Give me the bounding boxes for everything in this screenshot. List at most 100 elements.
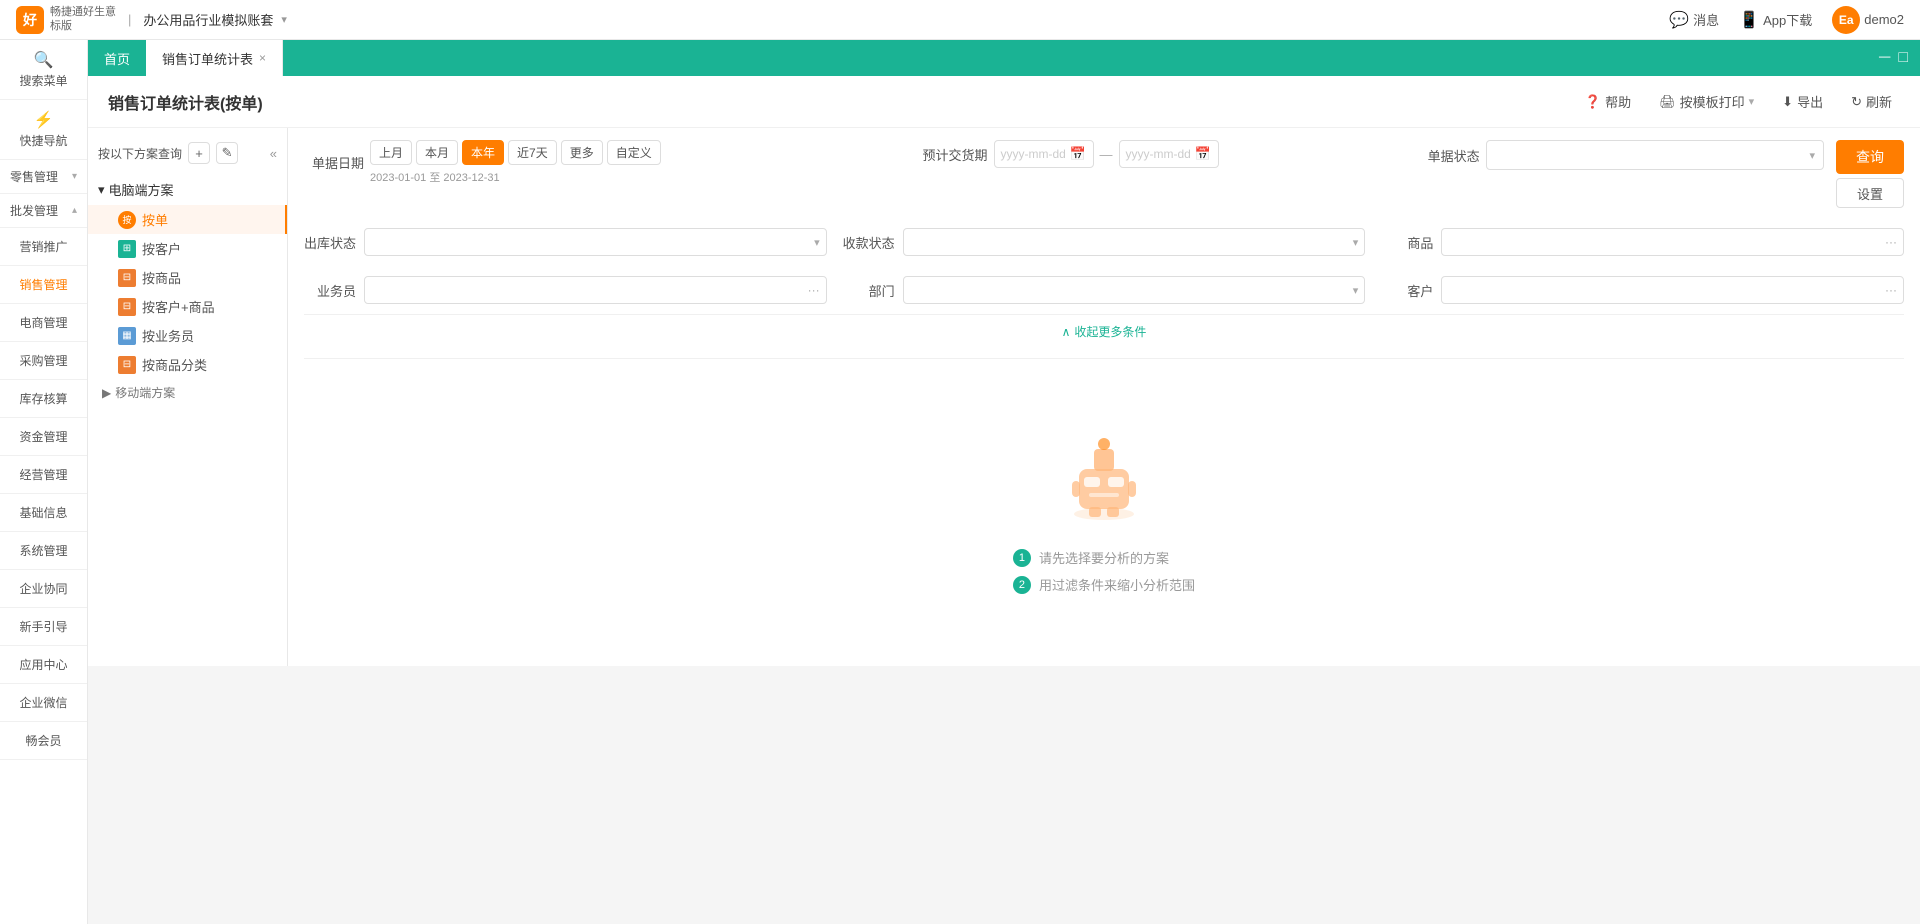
sidebar-item-quicknav[interactable]: ⚡ 快捷导航 [0, 100, 87, 160]
sidebar-item-operations[interactable]: 经营管理 [0, 456, 87, 494]
sidebar-item-newbie[interactable]: 新手引导 [0, 608, 87, 646]
tree-node-按单[interactable]: 按 按单 [88, 205, 287, 234]
help-icon: ❓ [1585, 94, 1601, 110]
empty-illustration [1054, 429, 1154, 532]
right-panel: 单据日期 上月 本月 本年 近7天 更多 自定义 [288, 128, 1920, 666]
node-icon-按商品: ⊟ [118, 269, 136, 287]
empty-num-1: 1 [1013, 549, 1031, 567]
content-area: 首页 销售订单统计表 × ─ □ 销售订单统计表(按单) ❓ [88, 40, 1920, 924]
date-label: 单据日期 [304, 153, 364, 172]
expected-delivery-end-input[interactable]: yyyy-mm-dd 📅 [1119, 140, 1219, 168]
search-icon: 🔍 [34, 50, 54, 70]
sidebar-item-purchase[interactable]: 采购管理 [0, 342, 87, 380]
payment-status-arrow-icon: ▾ [1353, 236, 1359, 249]
tree-header-pc[interactable]: ▾ 电脑端方案 [88, 174, 287, 205]
sidebar-item-basic[interactable]: 基础信息 [0, 494, 87, 532]
payment-status-select[interactable]: ▾ [903, 228, 1366, 256]
sidebar-item-marketing[interactable]: 营销推广 [0, 228, 87, 266]
tree-node-按客户商品[interactable]: ⊟ 按客户+商品 [88, 292, 287, 321]
shipment-status-select[interactable]: ▾ [364, 228, 827, 256]
sidebar-item-enterprise[interactable]: 企业协同 [0, 570, 87, 608]
app-download-action[interactable]: 📱 App下载 [1739, 10, 1812, 30]
top-bar-dropdown-icon[interactable]: ▾ [281, 13, 287, 26]
date-btn-7days[interactable]: 近7天 [508, 140, 557, 165]
refresh-icon: ↻ [1851, 94, 1862, 110]
sidebar-item-system[interactable]: 系统管理 [0, 532, 87, 570]
tree-node-按商品[interactable]: ⊟ 按商品 [88, 263, 287, 292]
tree-node-按客户[interactable]: ⊞ 按客户 [88, 234, 287, 263]
department-arrow-icon: ▾ [1353, 284, 1359, 297]
tab-maximize-icon[interactable]: □ [1898, 49, 1908, 67]
sidebar-item-inventory[interactable]: 库存核算 [0, 380, 87, 418]
logo-area: 好 畅捷通好生意 标版 [16, 6, 116, 34]
date-btn-last-month[interactable]: 上月 [370, 140, 412, 165]
customer-label: 客户 [1381, 281, 1433, 300]
refresh-button[interactable]: ↻ 刷新 [1843, 88, 1900, 115]
settings-button[interactable]: 设置 [1836, 178, 1904, 208]
date-buttons: 上月 本月 本年 近7天 更多 自定义 [370, 140, 910, 165]
panel-edit-button[interactable]: ✎ [216, 142, 238, 164]
panel-add-button[interactable]: + [188, 142, 210, 164]
sidebar-item-search[interactable]: 🔍 搜索菜单 [0, 40, 87, 100]
date-btn-custom[interactable]: 自定义 [607, 140, 661, 165]
expected-delivery-start-input[interactable]: yyyy-mm-dd 📅 [994, 140, 1094, 168]
help-button[interactable]: ❓ 帮助 [1577, 88, 1639, 115]
query-button[interactable]: 查询 [1836, 140, 1904, 174]
expected-delivery-label: 预计交货期 [922, 145, 987, 164]
template-print-arrow-icon: ▾ [1749, 95, 1755, 108]
customer-input[interactable]: ··· [1441, 276, 1904, 304]
tab-close-icon[interactable]: × [259, 51, 266, 65]
top-bar-title: 办公用品行业模拟账套 [143, 10, 273, 29]
payment-status-label: 收款状态 [843, 233, 895, 252]
tab-sales-order-stats[interactable]: 销售订单统计表 × [146, 40, 283, 76]
sidebar-item-member[interactable]: 畅会员 [0, 722, 87, 760]
tree-node-按业务员[interactable]: ▦ 按业务员 [88, 321, 287, 350]
sidebar-item-wholesale[interactable]: 批发管理 ▴ [0, 194, 87, 228]
template-print-button[interactable]: 🖨 按模板打印 ▾ [1651, 88, 1762, 115]
shipment-status-arrow-icon: ▾ [814, 236, 820, 249]
message-action[interactable]: 💬 消息 [1669, 10, 1719, 30]
order-status-arrow-icon: ▾ [1809, 149, 1815, 162]
node-icon-按业务员: ▦ [118, 327, 136, 345]
message-icon: 💬 [1669, 10, 1689, 30]
sidebar-item-sales[interactable]: 销售管理 [0, 266, 87, 304]
salesperson-input[interactable]: ··· [364, 276, 827, 304]
date-btn-more[interactable]: 更多 [561, 140, 603, 165]
filter-item-salesperson: 业务员 ··· [304, 276, 827, 304]
tree-node-按商品分类[interactable]: ⊟ 按商品分类 [88, 350, 287, 379]
main-container: 按以下方案查询 + ✎ « ▾ 电脑端方案 [88, 128, 1920, 666]
tab-bar-right: ─ □ [1879, 49, 1920, 67]
tab-home[interactable]: 首页 [88, 40, 146, 76]
sidebar-item-appstore[interactable]: 应用中心 [0, 646, 87, 684]
department-select[interactable]: ▾ [903, 276, 1366, 304]
empty-text: 1 请先选择要分析的方案 2 用过滤条件来缩小分析范围 [1013, 548, 1195, 594]
tree-section-pc: ▾ 电脑端方案 按 按单 ⊞ 按客户 [88, 174, 287, 379]
collapse-bar[interactable]: ∧ 收起更多条件 [304, 314, 1904, 348]
empty-hint-2: 2 用过滤条件来缩小分析范围 [1013, 575, 1195, 594]
date-btn-this-month[interactable]: 本月 [416, 140, 458, 165]
action-buttons: 查询 设置 [1836, 140, 1904, 208]
order-status-label: 单据状态 [1420, 146, 1480, 165]
sidebar-item-retail[interactable]: 零售管理 ▾ [0, 160, 87, 194]
user-action[interactable]: Ea demo2 [1832, 6, 1904, 34]
sidebar-item-ecommerce[interactable]: 电商管理 [0, 304, 87, 342]
pc-section-arrow-icon: ▾ [98, 182, 105, 198]
calendar-end-icon: 📅 [1195, 146, 1211, 162]
node-icon-按客户商品: ⊟ [118, 298, 136, 316]
sidebar-item-finance[interactable]: 资金管理 [0, 418, 87, 456]
order-status-select[interactable]: ▾ [1486, 140, 1824, 170]
sidebar-item-wechat[interactable]: 企业微信 [0, 684, 87, 722]
empty-num-2: 2 [1013, 576, 1031, 594]
panel-toolbar: 按以下方案查询 + ✎ « [88, 138, 287, 168]
shipment-status-label: 出库状态 [304, 233, 356, 252]
tab-minimize-icon[interactable]: ─ [1879, 49, 1890, 67]
tree-sub-header-mobile[interactable]: ▶ 移动端方案 [88, 379, 287, 406]
date-btn-this-year[interactable]: 本年 [462, 140, 504, 165]
filter-section: 单据日期 上月 本月 本年 近7天 更多 自定义 [304, 140, 1904, 359]
sidebar: 🔍 搜索菜单 ⚡ 快捷导航 零售管理 ▾ 批发管理 ▴ 营销推广 销售管理 电商… [0, 40, 88, 924]
panel-collapse-button[interactable]: « [270, 146, 277, 161]
goods-input[interactable]: ··· [1441, 228, 1904, 256]
filter-row3: 业务员 ··· 部门 [304, 266, 1904, 314]
export-button[interactable]: ⬇ 导出 [1774, 88, 1831, 115]
date-range-display: 2023-01-01 至 2023-12-31 [370, 169, 910, 185]
